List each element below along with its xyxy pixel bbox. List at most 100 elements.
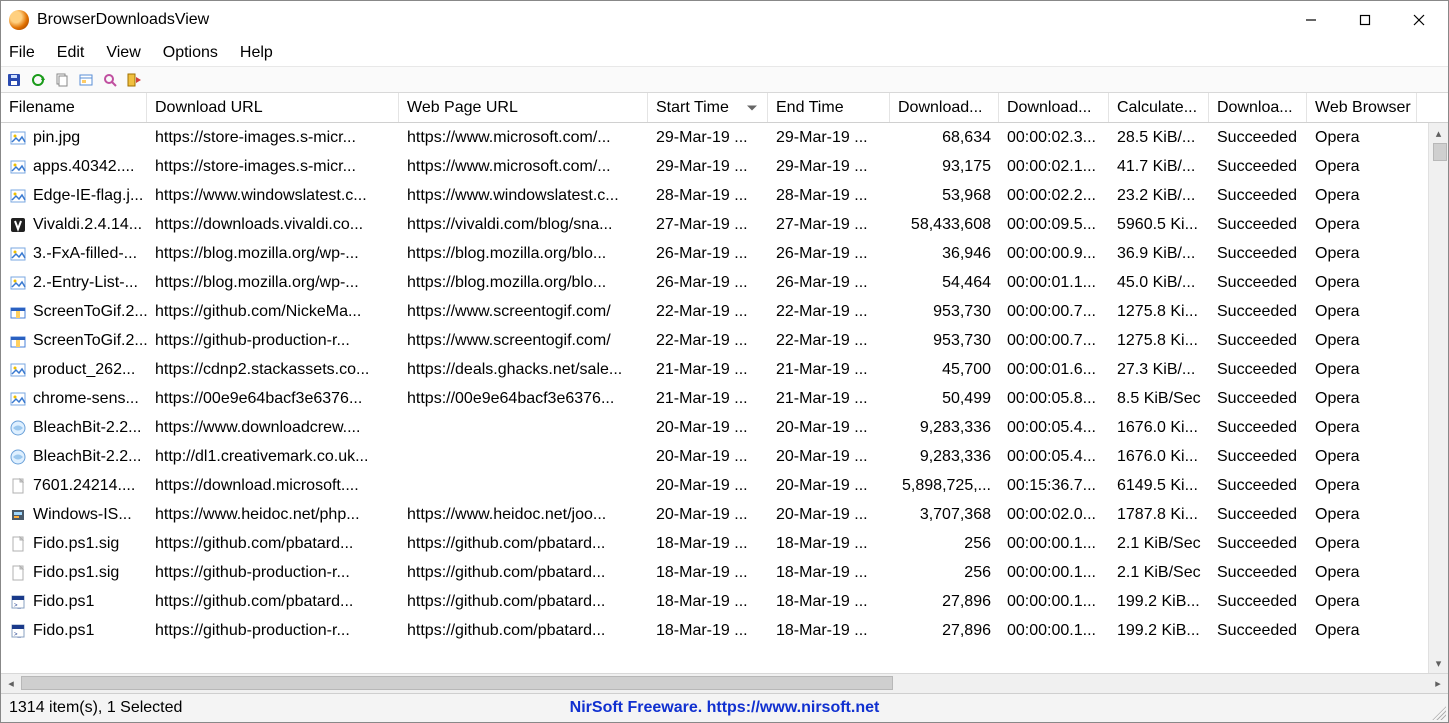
refresh-icon[interactable] <box>29 71 47 89</box>
close-button[interactable] <box>1392 1 1446 39</box>
cell-filename: BleachBit-2.2... <box>1 448 147 466</box>
vertical-scrollbar[interactable]: ▴ ▾ <box>1428 123 1448 673</box>
table-row[interactable]: apps.40342....https://store-images.s-mic… <box>1 152 1448 181</box>
cell-size: 27,896 <box>890 593 999 611</box>
cell-end_time: 18-Mar-19 ... <box>768 564 890 582</box>
cell-size: 50,499 <box>890 390 999 408</box>
cell-end_time: 22-Mar-19 ... <box>768 303 890 321</box>
scroll-left-icon[interactable]: ◂ <box>1 674 21 694</box>
cell-duration: 00:00:00.1... <box>999 593 1109 611</box>
column-header-2[interactable]: Web Page URL <box>399 93 648 122</box>
cell-browser: Opera <box>1307 274 1417 292</box>
column-header-7[interactable]: Calculate... <box>1109 93 1209 122</box>
cell-end_time: 20-Mar-19 ... <box>768 419 890 437</box>
table-row[interactable]: Windows-IS...https://www.heidoc.net/php.… <box>1 500 1448 529</box>
scroll-right-icon[interactable]: ▸ <box>1428 674 1448 694</box>
resize-gripper[interactable] <box>1432 706 1446 720</box>
cell-download_url: https://github-production-r... <box>147 564 399 582</box>
menu-view[interactable]: View <box>96 42 150 64</box>
listview: FilenameDownload URLWeb Page URLStart Ti… <box>1 93 1448 693</box>
cell-web_page_url: https://www.windowslatest.c... <box>399 187 648 205</box>
column-headers: FilenameDownload URLWeb Page URLStart Ti… <box>1 93 1448 123</box>
cell-start_time: 18-Mar-19 ... <box>648 622 768 640</box>
cell-start_time: 26-Mar-19 ... <box>648 274 768 292</box>
column-header-8[interactable]: Downloa... <box>1209 93 1307 122</box>
exe-icon <box>9 419 27 437</box>
cell-speed: 2.1 KiB/Sec <box>1109 535 1209 553</box>
table-row[interactable]: product_262...https://cdnp2.stackassets.… <box>1 355 1448 384</box>
cell-duration: 00:00:02.1... <box>999 158 1109 176</box>
minimize-button[interactable] <box>1284 1 1338 39</box>
table-row[interactable]: BleachBit-2.2...http://dl1.creativemark.… <box>1 442 1448 471</box>
column-header-1[interactable]: Download URL <box>147 93 399 122</box>
cell-start_time: 18-Mar-19 ... <box>648 535 768 553</box>
cell-end_time: 18-Mar-19 ... <box>768 535 890 553</box>
exit-icon[interactable] <box>125 71 143 89</box>
file-icon <box>9 477 27 495</box>
table-row[interactable]: 2.-Entry-List-...https://blog.mozilla.or… <box>1 268 1448 297</box>
table-row[interactable]: ScreenToGif.2...https://github-productio… <box>1 326 1448 355</box>
filename-text: BleachBit-2.2... <box>33 448 142 466</box>
properties-icon[interactable] <box>77 71 95 89</box>
column-header-5[interactable]: Download... <box>890 93 999 122</box>
column-header-9[interactable]: Web Browser <box>1307 93 1417 122</box>
vertical-scroll-thumb[interactable] <box>1433 143 1447 161</box>
cell-end_time: 21-Mar-19 ... <box>768 390 890 408</box>
titlebar: BrowserDownloadsView <box>1 1 1448 39</box>
horizontal-scrollbar[interactable]: ◂ ▸ <box>1 673 1448 693</box>
tool-icon <box>9 506 27 524</box>
file-icon <box>9 535 27 553</box>
table-row[interactable]: Edge-IE-flag.j...https://www.windowslate… <box>1 181 1448 210</box>
menu-file[interactable]: File <box>7 42 45 64</box>
table-row[interactable]: pin.jpghttps://store-images.s-micr...htt… <box>1 123 1448 152</box>
cell-browser: Opera <box>1307 622 1417 640</box>
scroll-up-icon[interactable]: ▴ <box>1429 123 1448 143</box>
cell-web_page_url: https://www.screentogif.com/ <box>399 332 648 350</box>
menu-edit[interactable]: Edit <box>47 42 95 64</box>
img-icon <box>9 390 27 408</box>
table-row[interactable]: Fido.ps1.sighttps://github-production-r.… <box>1 558 1448 587</box>
table-row[interactable]: 3.-FxA-filled-...https://blog.mozilla.or… <box>1 239 1448 268</box>
menu-options[interactable]: Options <box>153 42 228 64</box>
cell-status: Succeeded <box>1209 622 1307 640</box>
filename-text: pin.jpg <box>33 129 80 147</box>
column-header-0[interactable]: Filename <box>1 93 147 122</box>
save-icon[interactable] <box>5 71 23 89</box>
cell-download_url: https://github-production-r... <box>147 332 399 350</box>
find-icon[interactable] <box>101 71 119 89</box>
cell-browser: Opera <box>1307 129 1417 147</box>
cell-filename: Fido.ps1.sig <box>1 564 147 582</box>
cell-speed: 1275.8 Ki... <box>1109 332 1209 350</box>
cell-speed: 1787.8 Ki... <box>1109 506 1209 524</box>
column-header-6[interactable]: Download... <box>999 93 1109 122</box>
filename-text: Fido.ps1 <box>33 593 94 611</box>
cell-start_time: 21-Mar-19 ... <box>648 361 768 379</box>
table-row[interactable]: >_Fido.ps1https://github-production-r...… <box>1 616 1448 645</box>
column-header-3[interactable]: Start Time <box>648 93 768 122</box>
table-row[interactable]: >_Fido.ps1https://github.com/pbatard...h… <box>1 587 1448 616</box>
cell-speed: 28.5 KiB/... <box>1109 129 1209 147</box>
table-row[interactable]: chrome-sens...https://00e9e64bacf3e6376.… <box>1 384 1448 413</box>
table-row[interactable]: BleachBit-2.2...https://www.downloadcrew… <box>1 413 1448 442</box>
table-row[interactable]: Vivaldi.2.4.14...https://downloads.vival… <box>1 210 1448 239</box>
menu-help[interactable]: Help <box>230 42 283 64</box>
column-header-4[interactable]: End Time <box>768 93 890 122</box>
cell-filename: Vivaldi.2.4.14... <box>1 216 147 234</box>
cell-download_url: https://store-images.s-micr... <box>147 129 399 147</box>
table-row[interactable]: ScreenToGif.2...https://github.com/Nicke… <box>1 297 1448 326</box>
list-body[interactable]: pin.jpg https://store-images.s-micr... htt… <box>1 123 1448 673</box>
cell-speed: 1676.0 Ki... <box>1109 419 1209 437</box>
filename-text: 3.-FxA-filled-... <box>33 245 137 263</box>
scroll-down-icon[interactable]: ▾ <box>1429 653 1448 673</box>
cell-web_page_url: https://www.heidoc.net/joo... <box>399 506 648 524</box>
table-row[interactable]: Fido.ps1.sighttps://github.com/pbatard..… <box>1 529 1448 558</box>
status-link[interactable]: NirSoft Freeware. https://www.nirsoft.ne… <box>570 699 880 717</box>
copy-icon[interactable] <box>53 71 71 89</box>
filename-text: product_262... <box>33 361 135 379</box>
cell-size: 36,946 <box>890 245 999 263</box>
cell-size: 9,283,336 <box>890 448 999 466</box>
table-row[interactable]: 7601.24214....https://download.microsoft… <box>1 471 1448 500</box>
maximize-button[interactable] <box>1338 1 1392 39</box>
horizontal-scroll-thumb[interactable] <box>21 676 893 690</box>
img-icon <box>9 187 27 205</box>
